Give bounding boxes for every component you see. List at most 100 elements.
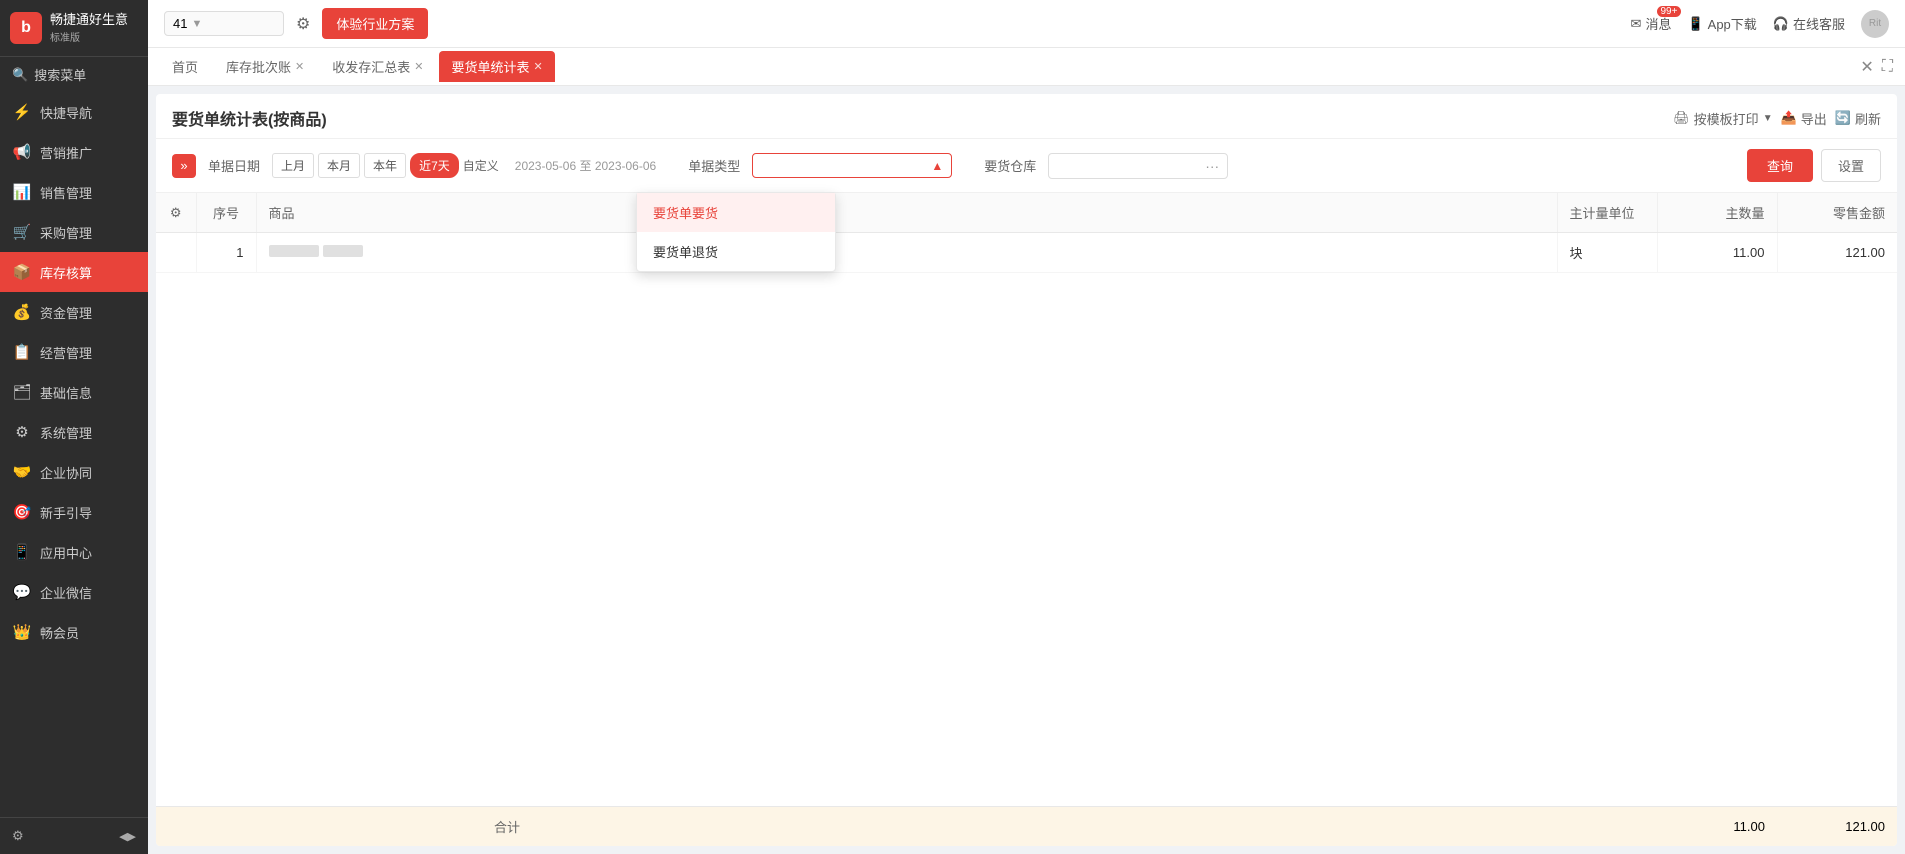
- sidebar: b 畅捷通好生意 标准版 🔍 搜索菜单 ⚡快捷导航📢营销推广 📊 销售管理 🛒 采购管理…: [0, 0, 148, 854]
- store-name: 41: [173, 16, 187, 31]
- tab-close-btn[interactable]: ✕: [414, 60, 423, 73]
- refresh-btn[interactable]: 🔄 刷新: [1835, 109, 1881, 128]
- sidebar-item-sales[interactable]: 📊 销售管理: [0, 172, 148, 212]
- query-btn[interactable]: 查询: [1747, 149, 1813, 182]
- type-dropdown-open-icon: ▲: [931, 159, 943, 173]
- sidebar-item-finance[interactable]: 💰 资金管理: [0, 292, 148, 332]
- sidebar-item-inventory[interactable]: 📦库存核算: [0, 252, 148, 292]
- tabs-container: 首页库存批次账✕收发存汇总表✕要货单统计表✕: [160, 51, 1856, 82]
- footer-amount: 121.00: [1765, 819, 1885, 834]
- date-btn-this[interactable]: 本月: [318, 153, 360, 178]
- message-icon: ✉: [1631, 16, 1642, 32]
- tab-order-stats[interactable]: 要货单统计表 ✕: [439, 51, 554, 82]
- table-body: 1 块 11.00 121.00: [156, 233, 1897, 273]
- type-input[interactable]: ▲: [752, 153, 952, 178]
- inventory-icon: 📦: [12, 262, 32, 282]
- tab-receive-summary[interactable]: 收发存汇总表✕: [320, 51, 435, 82]
- tab-stock-batch[interactable]: 库存批次账 ✕: [214, 51, 316, 82]
- settings-gear-icon[interactable]: ⚙: [296, 14, 310, 34]
- sidebar-item-label: 应用中心: [40, 543, 92, 562]
- data-table: ⚙ 序号 商品 主计量单位 主数量 零售金额 1 块 11.00 121.00: [156, 193, 1897, 273]
- sidebar-item-guide[interactable]: 🎯 新手引导: [0, 492, 148, 532]
- sidebar-item-label: 畅会员: [40, 623, 79, 642]
- filter-actions: 查询 设置: [1747, 149, 1881, 182]
- tab-close-btn[interactable]: ✕: [295, 60, 304, 73]
- purchase-icon: 🛒: [12, 222, 32, 242]
- type-input-field[interactable]: [761, 158, 927, 173]
- app-center-icon: 📱: [12, 542, 32, 562]
- export-icon: 📤: [1781, 110, 1797, 126]
- th-seq: 序号: [196, 193, 256, 233]
- sidebar-item-wechat[interactable]: 💬企业微信: [0, 572, 148, 612]
- messages-btn[interactable]: ✉ 消息 99+: [1631, 14, 1672, 33]
- app-logo-icon: b: [10, 12, 42, 44]
- warehouse-input-field[interactable]: [1057, 158, 1201, 173]
- sidebar-search[interactable]: 🔍 搜索菜单: [0, 57, 148, 92]
- collapse-btn[interactable]: ◀▶: [119, 830, 136, 843]
- finance-icon: 💰: [12, 302, 32, 322]
- app-download-btn[interactable]: 📱 App下载: [1687, 14, 1756, 33]
- tab-label: 要货单统计表: [451, 57, 529, 76]
- sidebar-item-label: 企业协同: [40, 463, 92, 482]
- date-btn-7days[interactable]: 近7天: [410, 153, 459, 178]
- sidebar-item-system[interactable]: ⚙系统管理: [0, 412, 148, 452]
- sidebar-item-label: 销售管理: [40, 183, 92, 202]
- row-seq: 1: [196, 233, 256, 273]
- system-icon: ⚙: [12, 422, 32, 442]
- date-btn-up[interactable]: 上月: [272, 153, 314, 178]
- warehouse-more-icon: ···: [1205, 158, 1219, 174]
- dropdown-item-order-return[interactable]: 要货单退货: [637, 232, 835, 271]
- date-btn-year[interactable]: 本年: [364, 153, 406, 178]
- user-avatar[interactable]: Rit: [1861, 10, 1889, 38]
- date-range-btns: 上月 本月 本年 近7天 自定义: [272, 153, 499, 178]
- sidebar-item-label: 经营管理: [40, 343, 92, 362]
- trial-btn[interactable]: 体验行业方案: [322, 8, 428, 39]
- app-logo-text: 畅捷通好生意 标准版: [50, 12, 128, 44]
- base-info-icon: 🗂: [12, 382, 32, 402]
- expand-icon: »: [180, 158, 187, 173]
- topbar-left: 41 ▼ ⚙ 体验行业方案: [164, 8, 1619, 39]
- sales-icon: 📊: [12, 182, 32, 202]
- settings-btn[interactable]: 设置: [1821, 149, 1881, 182]
- table-footer: 合计 11.00 121.00: [156, 806, 1897, 846]
- row-unit: 块: [1557, 233, 1657, 273]
- date-range-display: 2023-05-06 至 2023-06-06: [515, 157, 656, 174]
- sidebar-item-enterprise[interactable]: 🤝企业协同: [0, 452, 148, 492]
- tab-home[interactable]: 首页: [160, 51, 210, 82]
- sidebar-item-quick-nav[interactable]: ⚡快捷导航: [0, 92, 148, 132]
- sidebar-item-purchase[interactable]: 🛒 采购管理: [0, 212, 148, 252]
- th-unit: 主计量单位: [1557, 193, 1657, 233]
- sidebar-item-label: 资金管理: [40, 303, 92, 322]
- online-service-btn[interactable]: 🎧 在线客服: [1773, 14, 1845, 33]
- sidebar-item-app-center[interactable]: 📱 应用中心: [0, 532, 148, 572]
- tab-label: 库存批次账: [226, 57, 291, 76]
- row-amount: 121.00: [1777, 233, 1897, 273]
- close-all-tabs-btn[interactable]: ✕: [1860, 57, 1873, 77]
- store-selector[interactable]: 41 ▼: [164, 11, 284, 36]
- filter-expand-btn[interactable]: »: [172, 154, 196, 178]
- expand-tabs-btn[interactable]: ⛶: [1882, 58, 1893, 76]
- row-product: [256, 233, 1557, 273]
- quick-nav-icon: ⚡: [12, 102, 32, 122]
- export-btn[interactable]: 📤 导出: [1781, 109, 1827, 128]
- sidebar-item-marketing[interactable]: 📢营销推广: [0, 132, 148, 172]
- sidebar-item-operations[interactable]: 📋经营管理: [0, 332, 148, 372]
- sidebar-item-label: 采购管理: [40, 223, 92, 242]
- dropdown-item-order-goods[interactable]: 要货单要货: [637, 193, 835, 232]
- tab-close-btn[interactable]: ✕: [534, 60, 543, 73]
- th-product: 商品: [256, 193, 1557, 233]
- search-icon: 🔍: [12, 67, 28, 83]
- date-custom-btn[interactable]: 自定义: [463, 157, 499, 174]
- sidebar-item-label: 新手引导: [40, 503, 92, 522]
- sidebar-item-base-info[interactable]: 🗂 基础信息: [0, 372, 148, 412]
- warehouse-input[interactable]: ···: [1048, 153, 1228, 179]
- print-icon: 🖨: [1673, 110, 1690, 126]
- sidebar-item-vip[interactable]: 👑畅会员: [0, 612, 148, 652]
- guide-icon: 🎯: [12, 502, 32, 522]
- row-qty: 11.00: [1657, 233, 1777, 273]
- settings-icon[interactable]: ⚙: [12, 828, 24, 844]
- sidebar-item-label: 基础信息: [40, 383, 92, 402]
- th-settings[interactable]: ⚙: [156, 193, 196, 233]
- row-settings: [156, 233, 196, 273]
- print-btn[interactable]: 🖨 按模板打印 ▼: [1673, 109, 1772, 128]
